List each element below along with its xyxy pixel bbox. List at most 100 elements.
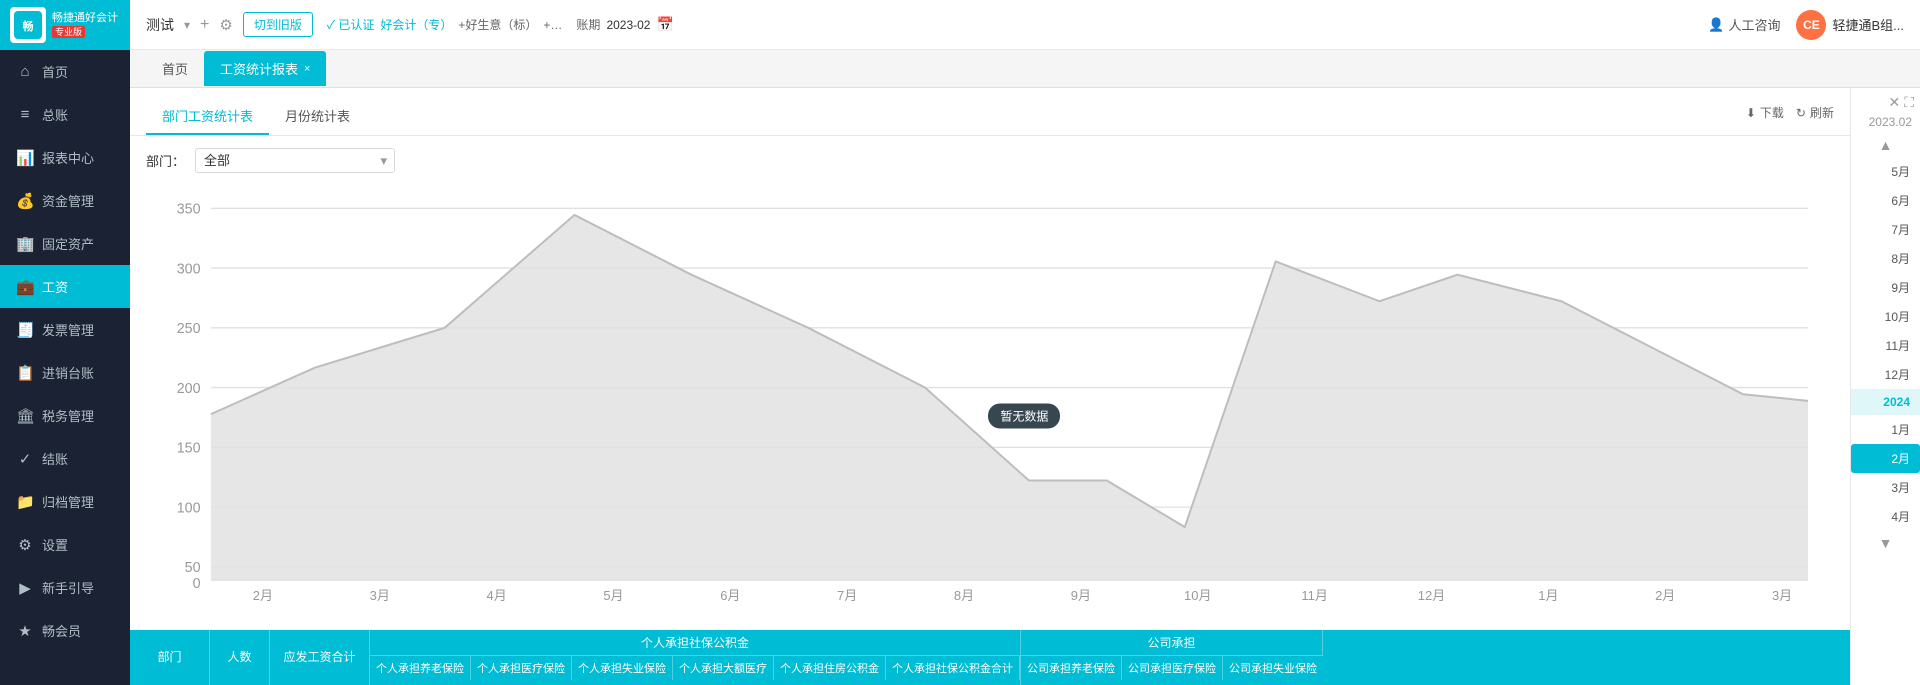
ledger-icon: ≡ xyxy=(16,106,34,123)
sidebar-item-tax[interactable]: 🏛 税务管理 xyxy=(0,394,130,437)
settle-icon: ✓ xyxy=(16,450,34,468)
th-group-company: 公司承担 公司承担养老保险 公司承担医疗保险 公司承担失业保险 xyxy=(1021,630,1323,685)
svg-text:250: 250 xyxy=(177,321,201,337)
dept-select[interactable]: 全部 销售部 财务部 技术部 管理部 xyxy=(195,148,395,173)
svg-text:100: 100 xyxy=(177,500,201,516)
guide-icon: ▶ xyxy=(16,579,34,597)
date-nav-up[interactable]: ▲ xyxy=(1851,133,1920,157)
date-month-6[interactable]: 6月 xyxy=(1851,186,1920,215)
th-group-personal-subs: 个人承担养老保险 个人承担医疗保险 个人承担失业保险 个人承担大额医疗 个人承担… xyxy=(370,656,1020,680)
service-button[interactable]: 👤 人工咨询 xyxy=(1708,15,1780,34)
topbar-title: 测试 xyxy=(146,15,174,35)
date-month-2-active[interactable]: 2月 xyxy=(1851,444,1920,473)
date-month-5[interactable]: 5月 xyxy=(1851,157,1920,186)
sidebar-item-reports[interactable]: 📊 报表中心 xyxy=(0,136,130,179)
th-personal-housing-fund: 个人承担住房公积金 xyxy=(774,656,886,680)
user-menu[interactable]: CE 轻捷通B组... xyxy=(1796,10,1904,40)
topbar-add-icon[interactable]: + xyxy=(200,16,209,34)
svg-text:350: 350 xyxy=(177,201,201,217)
tab-close-icon[interactable]: × xyxy=(304,63,310,75)
bottom-table: 部门 人数 应发工资合计 个人承担社保公积金 个人承担养老保险 xyxy=(130,630,1850,685)
th-company-pension: 公司承担养老保险 xyxy=(1021,656,1122,680)
tab-salary-report[interactable]: 工资统计报表 × xyxy=(204,51,326,86)
svg-text:3月: 3月 xyxy=(370,588,390,603)
date-month-7[interactable]: 7月 xyxy=(1851,215,1920,244)
th-personal-medical: 个人承担医疗保险 xyxy=(471,656,572,680)
sidebar-item-archive[interactable]: 📁 归档管理 xyxy=(0,480,130,523)
logo-icon: 畅 xyxy=(10,7,46,43)
membership-icon: ★ xyxy=(16,622,34,640)
sidebar-item-home[interactable]: ⌂ 首页 xyxy=(0,50,130,93)
date-month-12[interactable]: 12月 xyxy=(1851,360,1920,389)
subtab-dept[interactable]: 部门工资统计表 xyxy=(146,98,269,135)
topbar-right: 👤 人工咨询 CE 轻捷通B组... xyxy=(1708,10,1904,40)
svg-text:4月: 4月 xyxy=(486,588,506,603)
topbar-tags: ✓ 已认证 好会计（专） +好生意（标） +… 账期 2023-02 📅 xyxy=(327,16,674,33)
main-content: 测试 ▾ + ⚙ 切到旧版 ✓ 已认证 好会计（专） +好生意（标） +… 账期… xyxy=(130,0,1920,685)
date-month-1[interactable]: 1月 xyxy=(1851,415,1920,444)
date-nav-down[interactable]: ▼ xyxy=(1851,531,1920,555)
invoices-icon: 🧾 xyxy=(16,321,34,339)
funds-icon: 💰 xyxy=(16,192,34,210)
expand-panel-icon[interactable]: ⛶ xyxy=(1904,94,1914,111)
subtab-monthly[interactable]: 月份统计表 xyxy=(269,98,366,135)
date-month-3[interactable]: 3月 xyxy=(1851,473,1920,502)
svg-text:畅: 畅 xyxy=(23,19,34,33)
th-personal-unemployment: 个人承担失业保险 xyxy=(572,656,673,680)
th-total-salary: 应发工资合计 xyxy=(270,630,370,685)
date-month-4[interactable]: 4月 xyxy=(1851,502,1920,531)
svg-text:6月: 6月 xyxy=(720,588,740,603)
svg-text:3月: 3月 xyxy=(1772,588,1792,603)
salary-icon: 💼 xyxy=(16,278,34,296)
sidebar-item-salary[interactable]: 💼 工资 xyxy=(0,265,130,308)
logo-text: 畅捷通好会计 专业版 xyxy=(52,11,118,40)
th-company-unemployment: 公司承担失业保险 xyxy=(1223,656,1323,680)
user-avatar: CE xyxy=(1796,10,1826,40)
svg-text:5月: 5月 xyxy=(603,588,623,603)
th-group-personal-title: 个人承担社保公积金 xyxy=(370,630,1020,656)
sidebar-item-funds[interactable]: 💰 资金管理 xyxy=(0,179,130,222)
th-company-medical: 公司承担医疗保险 xyxy=(1122,656,1223,680)
page-content: 部门工资统计表 月份统计表 ⬇ 下载 ↻ 刷新 xyxy=(130,88,1920,685)
refresh-icon: ↻ xyxy=(1796,106,1806,120)
svg-text:0: 0 xyxy=(193,576,201,592)
svg-text:2月: 2月 xyxy=(253,588,273,603)
th-group-company-subs: 公司承担养老保险 公司承担医疗保险 公司承担失业保险 xyxy=(1021,656,1323,680)
th-count: 人数 xyxy=(210,630,270,685)
tag-accounting: 好会计（专） xyxy=(380,16,452,33)
service-icon: 👤 xyxy=(1708,17,1724,33)
sidebar-item-guide[interactable]: ▶ 新手引导 xyxy=(0,566,130,609)
download-button[interactable]: ⬇ 下载 xyxy=(1746,104,1784,121)
switch-old-button[interactable]: 切到旧版 xyxy=(243,12,313,37)
date-month-8[interactable]: 8月 xyxy=(1851,244,1920,273)
svg-text:10月: 10月 xyxy=(1184,588,1211,603)
tag-more: +… xyxy=(543,18,562,32)
topbar: 测试 ▾ + ⚙ 切到旧版 ✓ 已认证 好会计（专） +好生意（标） +… 账期… xyxy=(130,0,1920,50)
th-group-personal: 个人承担社保公积金 个人承担养老保险 个人承担医疗保险 个人承担失业保险 个人承… xyxy=(370,630,1021,685)
sidebar-item-sales[interactable]: 📋 进销台账 xyxy=(0,351,130,394)
calendar-icon[interactable]: 📅 xyxy=(656,16,673,33)
right-sidebar-controls: ✕ ⛶ xyxy=(1851,88,1920,111)
sidebar-item-ledger[interactable]: ≡ 总账 xyxy=(0,93,130,136)
svg-text:12月: 12月 xyxy=(1418,588,1445,603)
dept-filter-wrap: 全部 销售部 财务部 技术部 管理部 xyxy=(195,148,395,173)
svg-text:8月: 8月 xyxy=(954,588,974,603)
date-month-11[interactable]: 11月 xyxy=(1851,331,1920,360)
tab-home[interactable]: 首页 xyxy=(146,51,204,86)
sidebar-item-membership[interactable]: ★ 畅会员 xyxy=(0,609,130,652)
svg-text:9月: 9月 xyxy=(1071,588,1091,603)
sidebar-item-settle[interactable]: ✓ 结账 xyxy=(0,437,130,480)
date-month-9[interactable]: 9月 xyxy=(1851,273,1920,302)
filter-bar: 部门： 全部 销售部 财务部 技术部 管理部 xyxy=(130,136,1850,185)
topbar-gear-icon[interactable]: ⚙ xyxy=(219,16,232,34)
date-month-10[interactable]: 10月 xyxy=(1851,302,1920,331)
sidebar-item-assets[interactable]: 🏢 固定资产 xyxy=(0,222,130,265)
refresh-button[interactable]: ↻ 刷新 xyxy=(1796,104,1834,121)
svg-text:300: 300 xyxy=(177,261,201,277)
close-panel-icon[interactable]: ✕ xyxy=(1888,94,1900,111)
date-year-2024: 2024 xyxy=(1851,389,1920,415)
sidebar-item-settings[interactable]: ⚙ 设置 xyxy=(0,523,130,566)
svg-text:7月: 7月 xyxy=(837,588,857,603)
sidebar-item-invoices[interactable]: 🧾 发票管理 xyxy=(0,308,130,351)
subtabs: 部门工资统计表 月份统计表 ⬇ 下载 ↻ 刷新 xyxy=(130,88,1850,136)
